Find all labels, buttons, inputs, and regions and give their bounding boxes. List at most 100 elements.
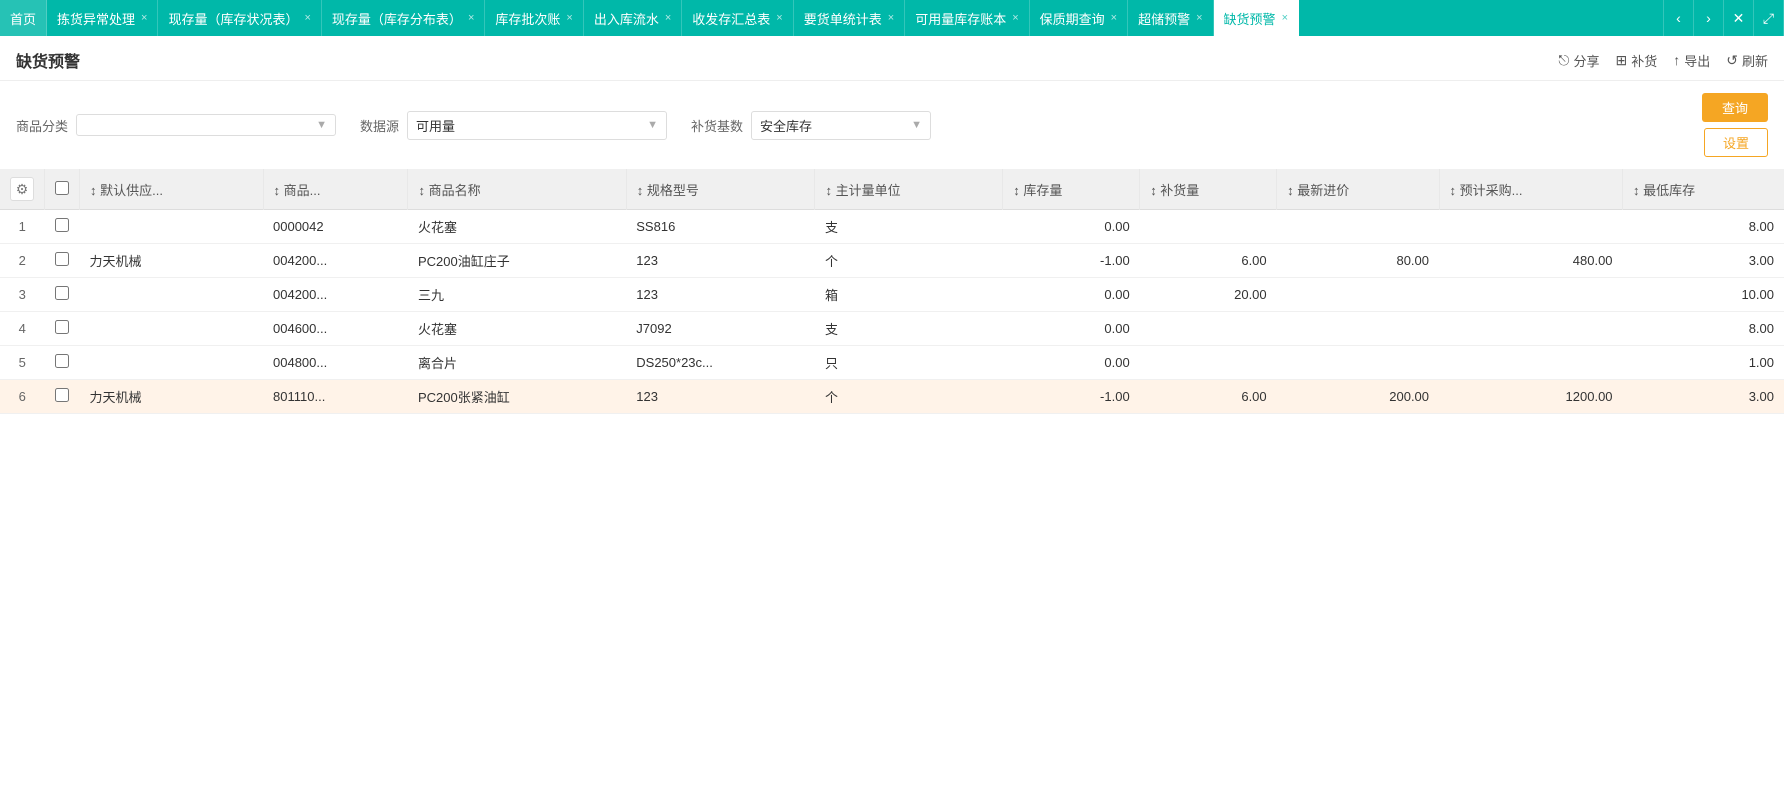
row-spec: SS816 — [626, 210, 815, 244]
tab-shortage[interactable]: 缺货预警 × — [1214, 0, 1299, 36]
row-checkbox[interactable] — [55, 320, 69, 334]
col-latest-price-sort[interactable]: ↕ 最新进价 — [1287, 180, 1428, 199]
tab-purchase-stats-close[interactable]: × — [888, 12, 894, 24]
share-button[interactable]: ⎋ 分享 — [1558, 51, 1599, 70]
row-name: PC200张紧油缸 — [408, 380, 626, 414]
tab-shortage-close[interactable]: × — [1282, 12, 1288, 24]
tab-inout[interactable]: 出入库流水 × — [584, 0, 682, 36]
row-gear-cell: 1 — [0, 210, 45, 244]
tab-expiry-close[interactable]: × — [1111, 12, 1117, 24]
row-code: 0000042 — [263, 210, 408, 244]
row-stock: -1.00 — [1003, 244, 1140, 278]
row-latest-price — [1277, 210, 1439, 244]
row-checkbox[interactable] — [55, 218, 69, 232]
row-stock: 0.00 — [1003, 210, 1140, 244]
col-est-purchase-sort[interactable]: ↕ 预计采购... — [1450, 180, 1613, 199]
refresh-button[interactable]: ↺ 刷新 — [1726, 51, 1768, 70]
nav-expand-btn[interactable]: ⤢ — [1754, 0, 1784, 36]
tab-inventory-status[interactable]: 现存量（库存状况表） × — [158, 0, 321, 36]
tab-batch-close[interactable]: × — [566, 12, 572, 24]
row-supplier — [80, 346, 264, 380]
replenish-icon: ⊞ — [1615, 52, 1627, 69]
col-code-sort[interactable]: ↕ 商品... — [274, 180, 398, 199]
nav-close-btn[interactable]: ✕ — [1724, 0, 1754, 36]
header-actions: ⎋ 分享 ⊞ 补货 ↑ 导出 ↺ 刷新 — [1558, 51, 1768, 70]
tab-overstock-label: 超储预警 — [1138, 9, 1190, 28]
tab-inventory-dist[interactable]: 现存量（库存分布表） × — [322, 0, 485, 36]
replenish-button[interactable]: ⊞ 补货 — [1615, 51, 1657, 70]
col-name-sort[interactable]: ↕ 商品名称 — [418, 180, 615, 199]
tab-inventory-status-label: 现存量（库存状况表） — [168, 9, 298, 28]
tab-inout-close[interactable]: × — [665, 12, 671, 24]
export-button[interactable]: ↑ 导出 — [1673, 51, 1710, 70]
tab-available-close[interactable]: × — [1012, 12, 1018, 24]
table-gear-button[interactable]: ⚙ — [10, 177, 34, 201]
page-container: 缺货预警 ⎋ 分享 ⊞ 补货 ↑ 导出 ↺ 刷新 商品分类 — [0, 36, 1784, 796]
col-spec-sort[interactable]: ↕ 规格型号 — [637, 180, 805, 199]
query-button[interactable]: 查询 — [1702, 93, 1768, 122]
tab-purchase-stats[interactable]: 要货单统计表 × — [794, 0, 905, 36]
row-latest-price — [1277, 312, 1439, 346]
row-checkbox[interactable] — [55, 354, 69, 368]
col-name: ↕ 商品名称 — [408, 169, 626, 210]
col-min-stock-sort[interactable]: ↕ 最低库存 — [1633, 180, 1774, 199]
tab-picking-close[interactable]: × — [141, 12, 147, 24]
replenish-base-select[interactable]: 安全库存 ▼ — [751, 111, 931, 140]
row-checkbox[interactable] — [55, 388, 69, 402]
row-checkbox[interactable] — [55, 286, 69, 300]
table-row: 6 力天机械 801110... PC200张紧油缸 123 个 -1.00 6… — [0, 380, 1784, 414]
row-min-stock: 10.00 — [1623, 278, 1784, 312]
row-spec: J7092 — [626, 312, 815, 346]
row-checkbox[interactable] — [55, 252, 69, 266]
row-gear-cell: 6 — [0, 380, 45, 414]
filter-bar: 商品分类 ▼ 数据源 可用量 ▼ 补货基数 安全库存 ▼ 查询 设置 — [0, 81, 1784, 169]
col-checkbox — [45, 169, 80, 210]
col-stock-sort[interactable]: ↕ 库存量 — [1013, 180, 1129, 199]
tab-overstock-close[interactable]: × — [1196, 12, 1202, 24]
tab-available[interactable]: 可用量库存账本 × — [905, 0, 1029, 36]
page-header: 缺货预警 ⎋ 分享 ⊞ 补货 ↑ 导出 ↺ 刷新 — [0, 36, 1784, 81]
row-name: 三九 — [408, 278, 626, 312]
nav-next-btn[interactable]: › — [1694, 0, 1724, 36]
col-unit-sort[interactable]: ↕ 主计量单位 — [825, 180, 992, 199]
row-number: 3 — [19, 287, 26, 302]
row-code: 004600... — [263, 312, 408, 346]
table-container: ⚙ ↕ 默认供应... ↕ 商品... — [0, 169, 1784, 414]
tab-inventory-status-close[interactable]: × — [304, 12, 310, 24]
nav-prev-btn[interactable]: ‹ — [1664, 0, 1694, 36]
select-all-checkbox[interactable] — [55, 181, 69, 195]
col-supplier-sort[interactable]: ↕ 默认供应... — [90, 180, 253, 199]
tab-overstock[interactable]: 超储预警 × — [1128, 0, 1213, 36]
col-min-stock-label: ↕ 最低库存 — [1633, 180, 1695, 199]
datasource-select[interactable]: 可用量 ▼ — [407, 111, 667, 140]
row-spec: 123 — [626, 278, 815, 312]
replenish-label: 补货 — [1631, 51, 1657, 70]
datasource-value: 可用量 — [416, 116, 455, 135]
row-number: 2 — [19, 253, 26, 268]
row-spec: 123 — [626, 380, 815, 414]
tab-picking[interactable]: 拣货异常处理 × — [47, 0, 158, 36]
table-header-row: ⚙ ↕ 默认供应... ↕ 商品... — [0, 169, 1784, 210]
row-number: 6 — [19, 389, 26, 404]
col-est-purchase-label: ↕ 预计采购... — [1450, 180, 1523, 199]
col-spec-label: ↕ 规格型号 — [637, 180, 699, 199]
row-supplier: 力天机械 — [80, 244, 264, 278]
share-icon: ⎋ — [1558, 52, 1569, 69]
category-select[interactable]: ▼ — [76, 114, 336, 136]
tab-home-label: 首页 — [10, 9, 36, 28]
row-min-stock: 3.00 — [1623, 380, 1784, 414]
col-est-purchase: ↕ 预计采购... — [1439, 169, 1623, 210]
settings-button[interactable]: 设置 — [1704, 128, 1768, 157]
tab-expiry[interactable]: 保质期查询 × — [1030, 0, 1128, 36]
row-gear-cell: 4 — [0, 312, 45, 346]
tab-summary-close[interactable]: × — [776, 12, 782, 24]
table-row: 4 004600... 火花塞 J7092 支 0.00 8.00 — [0, 312, 1784, 346]
tab-batch[interactable]: 库存批次账 × — [485, 0, 583, 36]
col-replenish-sort[interactable]: ↕ 补货量 — [1150, 180, 1266, 199]
col-stock: ↕ 库存量 — [1003, 169, 1140, 210]
tab-inventory-dist-close[interactable]: × — [468, 12, 474, 24]
tab-summary[interactable]: 收发存汇总表 × — [682, 0, 793, 36]
tab-expiry-label: 保质期查询 — [1040, 9, 1105, 28]
category-chevron-icon: ▼ — [316, 119, 327, 131]
tab-home[interactable]: 首页 — [0, 0, 47, 36]
